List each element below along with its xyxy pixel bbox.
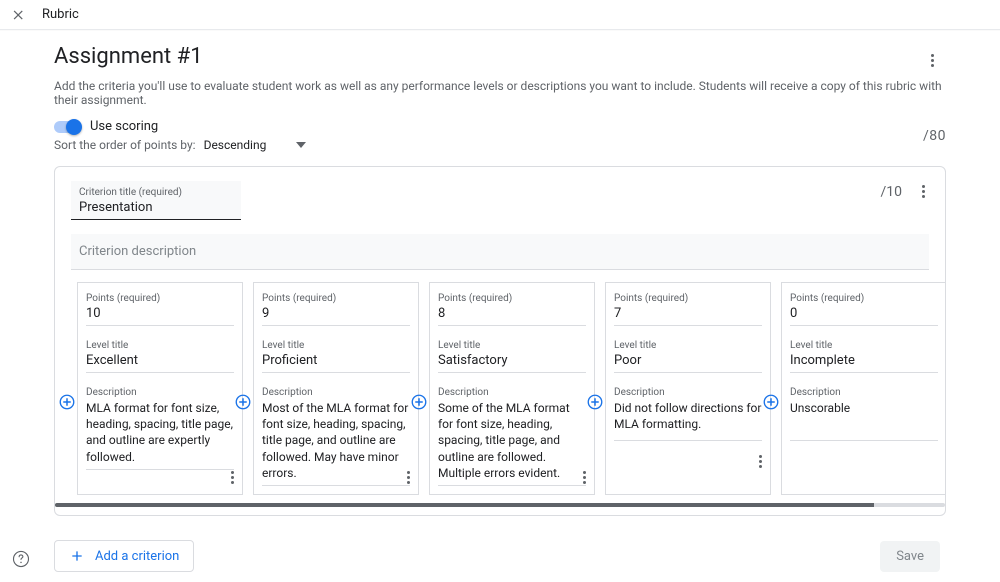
level-title-field[interactable]: Level title Incomplete: [790, 336, 938, 373]
criterion-card: Criterion title (required) Presentation …: [54, 166, 946, 516]
level-description-value: Did not follow directions for MLA format…: [614, 398, 762, 432]
level-title-value: Proficient: [262, 351, 410, 368]
level-card: Points (required) 10 Level title Excelle…: [77, 282, 243, 495]
level-title-label: Level title: [790, 340, 938, 351]
level-title-label: Level title: [262, 340, 410, 351]
level-overflow-menu-button[interactable]: [755, 451, 766, 472]
level-card: Points (required) 7 Level title Poor Des…: [605, 282, 771, 495]
page-description: Add the criteria you'll use to evaluate …: [54, 79, 946, 107]
criterion-points: /10: [880, 184, 902, 200]
level-description-field[interactable]: Description Unscorable: [790, 383, 938, 441]
level-points-field[interactable]: Points (required) 9: [262, 289, 410, 326]
level-description-label: Description: [86, 387, 234, 398]
level-overflow-menu-button[interactable]: [227, 467, 238, 488]
level-points-field[interactable]: Points (required) 0: [790, 289, 938, 326]
level-points-field[interactable]: Points (required) 8: [438, 289, 586, 326]
level-description-label: Description: [438, 387, 586, 398]
level-title-field[interactable]: Level title Proficient: [262, 336, 410, 373]
save-button[interactable]: Save: [880, 541, 940, 572]
appbar: Rubric: [0, 0, 1000, 30]
level-description-label: Description: [614, 387, 762, 398]
level-description-value: Some of the MLA format for font size, he…: [438, 398, 586, 481]
level-card: Points (required) 9 Level title Proficie…: [253, 282, 419, 495]
level-points-field[interactable]: Points (required) 7: [614, 289, 762, 326]
add-level-before-button[interactable]: [234, 393, 254, 413]
help-icon[interactable]: [12, 550, 32, 570]
criterion-title-field[interactable]: Criterion title (required) Presentation: [71, 181, 241, 220]
level-description-value: MLA format for font size, heading, spaci…: [86, 398, 234, 465]
level-title-value: Satisfactory: [438, 351, 586, 368]
use-scoring-label: Use scoring: [90, 119, 158, 134]
level-points-value: 7: [614, 304, 762, 321]
close-icon[interactable]: [12, 8, 26, 22]
level-title-label: Level title: [86, 340, 234, 351]
criterion-title-value: Presentation: [79, 198, 233, 219]
add-level-before-button[interactable]: [586, 393, 606, 413]
sort-order-value: Descending: [204, 138, 267, 152]
level-description-field[interactable]: Description Some of the MLA format for f…: [438, 383, 586, 486]
chevron-down-icon: [296, 142, 306, 148]
levels-scrollbar-track[interactable]: [55, 503, 945, 507]
level-title-label: Level title: [614, 340, 762, 351]
level-title-value: Incomplete: [790, 351, 938, 368]
level-description-value: Unscorable: [790, 398, 938, 416]
level-description-field[interactable]: Description MLA format for font size, he…: [86, 383, 234, 470]
level-overflow-menu-button[interactable]: [579, 467, 590, 488]
add-criterion-button[interactable]: Add a criterion: [54, 540, 194, 572]
level-card: Points (required) 0 Level title Incomple…: [781, 282, 945, 495]
page-overflow-menu-button[interactable]: [927, 50, 938, 71]
sort-label: Sort the order of points by:: [54, 138, 196, 152]
add-level-before-button[interactable]: [58, 393, 78, 413]
criterion-title-label: Criterion title (required): [79, 187, 233, 198]
level-title-value: Excellent: [86, 351, 234, 368]
level-card: Points (required) 8 Level title Satisfac…: [429, 282, 595, 495]
footer: Add a criterion Save: [54, 540, 940, 572]
level-description-field[interactable]: Description Did not follow directions fo…: [614, 383, 762, 441]
level-description-label: Description: [262, 387, 410, 398]
level-points-value: 8: [438, 304, 586, 321]
level-title-field[interactable]: Level title Poor: [614, 336, 762, 373]
level-title-label: Level title: [438, 340, 586, 351]
level-description-label: Description: [790, 387, 938, 398]
level-title-field[interactable]: Level title Satisfactory: [438, 336, 586, 373]
controls-row: Use scoring Sort the order of points by:…: [54, 119, 946, 152]
add-level-before-button[interactable]: [410, 393, 430, 413]
level-description-field[interactable]: Description Most of the MLA format for f…: [262, 383, 410, 486]
criterion-overflow-menu-button[interactable]: [918, 181, 929, 202]
page-body: Assignment #1 Add the criteria you'll us…: [0, 30, 1000, 516]
level-points-value: 0: [790, 304, 938, 321]
use-scoring-toggle[interactable]: [54, 121, 80, 133]
level-points-label: Points (required): [262, 293, 410, 304]
level-points-field[interactable]: Points (required) 10: [86, 289, 234, 326]
level-overflow-menu-button[interactable]: [403, 467, 414, 488]
level-points-value: 10: [86, 304, 234, 321]
level-points-label: Points (required): [614, 293, 762, 304]
level-points-label: Points (required): [438, 293, 586, 304]
level-points-value: 9: [262, 304, 410, 321]
level-points-label: Points (required): [86, 293, 234, 304]
page-title: Assignment #1: [54, 44, 946, 69]
level-description-value: Most of the MLA format for font size, he…: [262, 398, 410, 481]
levels-scroll[interactable]: Points (required) 10 Level title Excelle…: [55, 282, 945, 495]
criterion-description-field[interactable]: Criterion description: [71, 234, 929, 270]
add-criterion-label: Add a criterion: [95, 549, 179, 564]
total-points: /80: [923, 128, 946, 144]
level-title-value: Poor: [614, 351, 762, 368]
level-points-label: Points (required): [790, 293, 938, 304]
add-level-before-button[interactable]: [762, 393, 782, 413]
level-title-field[interactable]: Level title Excellent: [86, 336, 234, 373]
appbar-title: Rubric: [42, 7, 79, 22]
sort-order-select[interactable]: Descending: [204, 138, 307, 152]
